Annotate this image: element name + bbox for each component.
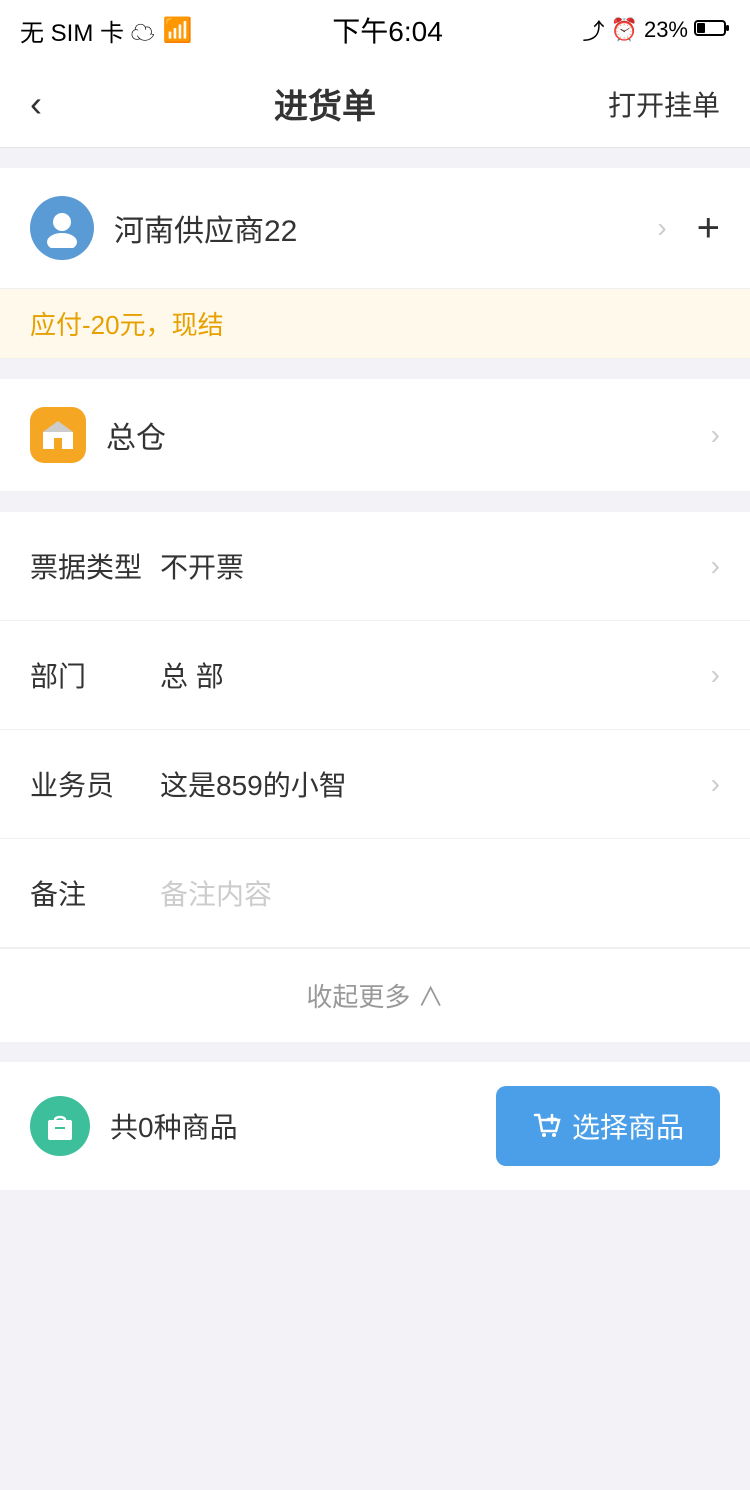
nav-bar: ‹ 进货单 打开挂单 — [0, 60, 750, 148]
warehouse-icon — [30, 407, 86, 463]
shopping-bag-icon — [42, 1108, 78, 1144]
gap-1 — [0, 359, 750, 379]
supplier-avatar — [30, 196, 94, 260]
collapse-button[interactable]: 收起更多 ∧ — [0, 948, 750, 1042]
department-label: 部门 — [30, 655, 160, 695]
supplier-chevron-icon: › — [657, 212, 666, 244]
invoice-type-row[interactable]: 票据类型 不开票 › — [0, 512, 750, 621]
invoice-type-label: 票据类型 — [30, 546, 160, 586]
wifi-icon: 📶 — [163, 16, 193, 45]
select-goods-button[interactable]: 选择商品 — [496, 1086, 720, 1166]
form-section: 票据类型 不开票 › 部门 总 部 › 业务员 这是859的小智 › 备注 备注… — [0, 512, 750, 1042]
remark-value[interactable]: 备注内容 — [160, 873, 720, 913]
salesperson-value: 这是859的小智 — [160, 764, 711, 804]
supplier-name: 河南供应商22 — [114, 206, 657, 250]
gap-2 — [0, 492, 750, 512]
warehouse-name: 总仓 — [106, 413, 711, 457]
house-icon — [41, 418, 75, 452]
supplier-notice: 应付-20元，现结 — [0, 289, 750, 359]
warehouse-row[interactable]: 总仓 › — [0, 379, 750, 492]
user-icon — [42, 208, 82, 248]
alarm-icon: ⏰ — [611, 17, 638, 43]
battery-label: 23% — [644, 17, 688, 43]
open-pending-button[interactable]: 打开挂单 — [608, 84, 720, 124]
status-bar: 无 SIM 卡 ☁ 📶 下午6:04 ⤴ ⏰ 23% — [0, 0, 750, 60]
department-value: 总 部 — [160, 655, 711, 695]
status-time: 下午6:04 — [332, 10, 443, 50]
invoice-type-chevron-icon: › — [711, 550, 720, 582]
salesperson-row[interactable]: 业务员 这是859的小智 › — [0, 730, 750, 839]
battery-icon — [694, 17, 730, 43]
goods-count-label: 共0种商品 — [110, 1106, 476, 1146]
main-background — [0, 1190, 750, 1490]
bottom-bar: 共0种商品 选择商品 — [0, 1062, 750, 1190]
cart-icon — [532, 1111, 562, 1141]
department-row[interactable]: 部门 总 部 › — [0, 621, 750, 730]
location-icon: ⤴ — [583, 14, 605, 46]
status-right: ⤴ ⏰ 23% — [583, 14, 730, 46]
invoice-type-value: 不开票 — [160, 546, 711, 586]
remark-row[interactable]: 备注 备注内容 — [0, 839, 750, 948]
add-supplier-button[interactable]: + — [697, 206, 720, 251]
status-left: 无 SIM 卡 ☁ 📶 — [20, 13, 193, 48]
department-chevron-icon: › — [711, 659, 720, 691]
supplier-row[interactable]: 河南供应商22 › + — [0, 168, 750, 289]
page-title: 进货单 — [274, 79, 376, 128]
top-gap — [0, 148, 750, 168]
warehouse-section: 总仓 › — [0, 379, 750, 492]
salesperson-chevron-icon: › — [711, 768, 720, 800]
remark-label: 备注 — [30, 873, 160, 913]
back-button[interactable]: ‹ — [30, 83, 42, 125]
sim-label: 无 SIM 卡 ☁ — [20, 13, 155, 48]
supplier-section: 河南供应商22 › + 应付-20元，现结 — [0, 168, 750, 359]
goods-icon — [30, 1096, 90, 1156]
select-goods-label: 选择商品 — [572, 1106, 684, 1146]
salesperson-label: 业务员 — [30, 764, 160, 804]
warehouse-chevron-icon: › — [711, 419, 720, 451]
